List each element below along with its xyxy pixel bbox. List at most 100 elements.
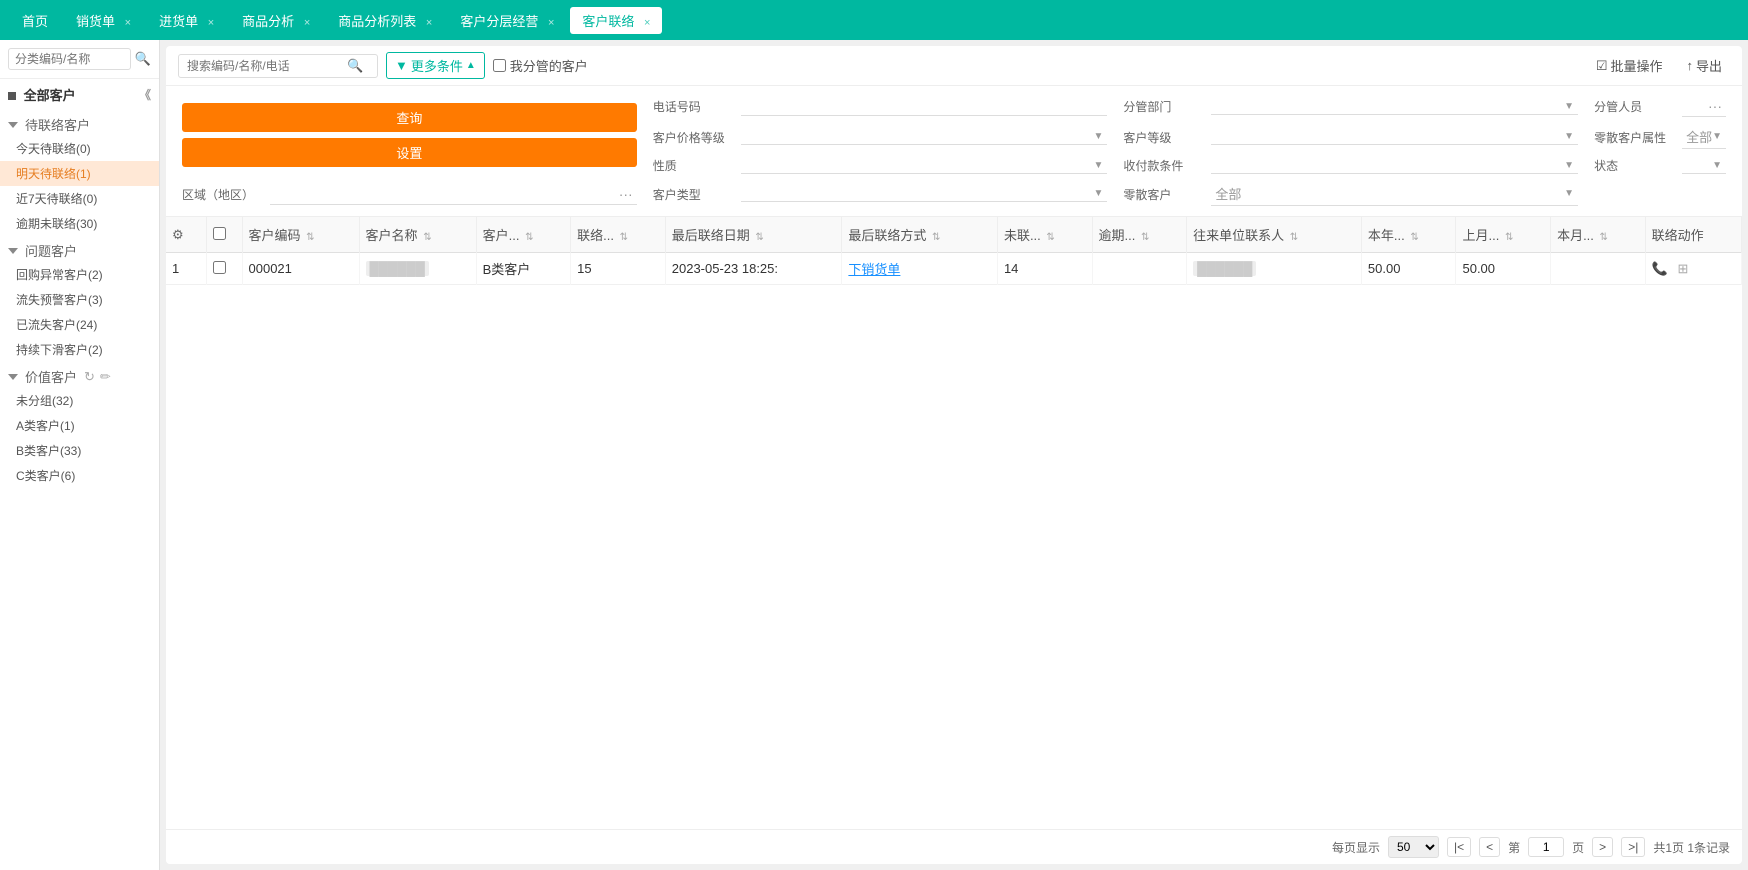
row-overdue [1092, 253, 1187, 285]
col-last-month-sort-icon[interactable]: ⇅ [1505, 232, 1513, 243]
sidebar-search-input[interactable] [8, 48, 131, 70]
search-box[interactable]: 🔍 [178, 54, 378, 78]
sidebar-all-customers[interactable]: 全部客户 《 [0, 79, 159, 110]
filter-region: 区域（地区） ··· [182, 182, 637, 206]
row-contact-person: ██████ [1187, 253, 1362, 285]
last-page-btn[interactable]: >| [1621, 837, 1645, 857]
payment-select[interactable]: ▼ [1211, 158, 1578, 174]
sidebar-group-pending[interactable]: 待联络客户 [0, 110, 159, 136]
sidebar-item-class-b[interactable]: B类客户(33) [0, 438, 159, 463]
sidebar-item-ungrouped[interactable]: 未分组(32) [0, 388, 159, 413]
batch-operation-btn[interactable]: ☑ 批量操作 [1588, 53, 1671, 78]
gear-icon[interactable]: ⚙ [172, 227, 184, 242]
sidebar-item-overdue[interactable]: 逾期未联络(30) [0, 211, 159, 236]
per-page-select[interactable]: 50 100 [1388, 836, 1439, 858]
col-contact-sort-icon[interactable]: ⇅ [620, 232, 628, 243]
problem-expand-icon [8, 248, 18, 254]
customer-type-select[interactable]: ▼ [741, 186, 1108, 202]
phone-input[interactable] [741, 97, 1108, 116]
price-level-select[interactable]: ▼ [741, 129, 1108, 145]
row-last-date: 2023-05-23 18:25: [665, 253, 842, 285]
total-label: 共1页 1条记录 [1653, 839, 1730, 856]
sidebar-item-class-a[interactable]: A类客户(1) [0, 413, 159, 438]
col-code-sort-icon[interactable]: ⇅ [306, 232, 314, 243]
export-btn[interactable]: ↑ 导出 [1678, 53, 1730, 78]
prev-page-btn[interactable]: < [1479, 837, 1500, 857]
sidebar-collapse-icon[interactable]: 《 [139, 86, 151, 103]
gender-chevron-icon: ▼ [1093, 160, 1103, 171]
sidebar-item-churned[interactable]: 已流失客户(24) [0, 312, 159, 337]
filter-phone: 电话号码 [653, 96, 1108, 117]
last-method-link[interactable]: 下销货单 [848, 262, 900, 277]
sidebar-group-problem[interactable]: 问题客户 [0, 236, 159, 262]
next-page-btn[interactable]: > [1592, 837, 1613, 857]
col-type-sort-icon[interactable]: ⇅ [525, 232, 533, 243]
dept-chevron-icon: ▼ [1564, 101, 1574, 112]
nav-home[interactable]: 首页 [10, 7, 60, 34]
row-select-checkbox[interactable] [213, 261, 226, 274]
nav-close-tier[interactable]: × [548, 17, 554, 29]
dept-select[interactable]: ▼ [1211, 99, 1578, 115]
nav-close-purchase[interactable]: × [208, 17, 214, 29]
col-last-method-sort-icon[interactable]: ⇅ [932, 232, 940, 243]
query-button[interactable]: 查询 [182, 103, 637, 132]
col-this-year-sort-icon[interactable]: ⇅ [1410, 232, 1418, 243]
nav-product-analysis[interactable]: 商品分析 × [230, 7, 322, 34]
sidebar-item-tomorrow-pending[interactable]: 明天待联络(1) [0, 161, 159, 186]
value-group-refresh-icon[interactable]: ↻ [84, 369, 95, 385]
nav-customer-contact[interactable]: 客户联络 × [570, 7, 662, 34]
search-icon[interactable]: 🔍 [347, 58, 363, 74]
nav-close-product[interactable]: × [304, 17, 310, 29]
gender-select[interactable]: ▼ [741, 158, 1108, 174]
col-last-date-sort-icon[interactable]: ⇅ [755, 232, 763, 243]
customer-level-select[interactable]: ▼ [1211, 129, 1578, 145]
row-name: ██████ [359, 253, 476, 285]
nav-close-sales[interactable]: × [125, 17, 131, 29]
contact-grid-icon[interactable]: ⊞ [1677, 261, 1688, 276]
manager-input[interactable]: ··· [1682, 96, 1726, 117]
sidebar-item-declining[interactable]: 持续下滑客户(2) [0, 337, 159, 362]
region-input[interactable]: ··· [270, 184, 637, 205]
advanced-filter: 电话号码 分管部门 ▼ 分管人员 ··· 查询 设置 [166, 86, 1742, 217]
sidebar-group-value[interactable]: 价值客户 ↻ ✏ [0, 362, 159, 388]
my-customers-checkbox[interactable] [493, 59, 506, 72]
col-contact-person-sort-icon[interactable]: ⇅ [1290, 232, 1298, 243]
col-this-month-sort-icon[interactable]: ⇅ [1600, 232, 1608, 243]
retail-customer-select[interactable]: 全部 ▼ [1211, 182, 1578, 206]
select-all-checkbox[interactable] [213, 227, 226, 240]
sidebar-item-today-pending[interactable]: 今天待联络(0) [0, 136, 159, 161]
manager-dots-icon[interactable]: ··· [1708, 98, 1722, 114]
my-customers-checkbox-label[interactable]: 我分管的客户 [493, 56, 588, 75]
sidebar-search-icon[interactable]: 🔍 [135, 51, 151, 67]
current-page-input[interactable] [1528, 837, 1564, 857]
col-overdue-sort-icon[interactable]: ⇅ [1141, 232, 1149, 243]
value-group-edit-icon[interactable]: ✏ [100, 369, 111, 385]
sidebar-item-abnormal[interactable]: 回购异常客户(2) [0, 262, 159, 287]
region-dots-icon[interactable]: ··· [619, 186, 633, 202]
nav-product-analysis-list[interactable]: 商品分析列表 × [326, 7, 444, 34]
filter-retail-attr: 零散客户属性 全部 ▼ [1594, 125, 1726, 149]
nav-close-product-list[interactable]: × [426, 17, 432, 29]
nav-close-contact[interactable]: × [644, 17, 650, 29]
sidebar-item-class-c[interactable]: C类客户(6) [0, 463, 159, 488]
retail-attr-select[interactable]: 全部 ▼ [1682, 125, 1726, 149]
customer-type-chevron-icon: ▼ [1093, 188, 1103, 199]
nav-sales-order[interactable]: 销货单 × [64, 7, 143, 34]
col-type-label: 客户... [483, 228, 520, 243]
contact-phone-icon[interactable]: 📞 [1652, 261, 1668, 276]
sidebar-item-churn-warning[interactable]: 流失预警客户(3) [0, 287, 159, 312]
filter-retail-customer: 零散客户 全部 ▼ [1123, 182, 1578, 206]
col-customer-name: 客户名称 ⇅ [359, 217, 476, 253]
col-name-sort-icon[interactable]: ⇅ [423, 232, 431, 243]
more-conditions-btn[interactable]: ▼ 更多条件 ▲ [386, 52, 485, 79]
col-not-contacted-label: 未联... [1004, 228, 1041, 243]
nav-purchase-order[interactable]: 进货单 × [147, 7, 226, 34]
first-page-btn[interactable]: |< [1447, 837, 1471, 857]
nav-customer-tier[interactable]: 客户分层经营 × [448, 7, 566, 34]
col-not-contacted-sort-icon[interactable]: ⇅ [1046, 232, 1054, 243]
filter-manager: 分管人员 ··· [1594, 96, 1726, 117]
status-select[interactable]: ▼ [1682, 158, 1726, 174]
sidebar-item-7days-pending[interactable]: 近7天待联络(0) [0, 186, 159, 211]
search-input[interactable] [187, 59, 347, 73]
setting-button[interactable]: 设置 [182, 138, 637, 167]
